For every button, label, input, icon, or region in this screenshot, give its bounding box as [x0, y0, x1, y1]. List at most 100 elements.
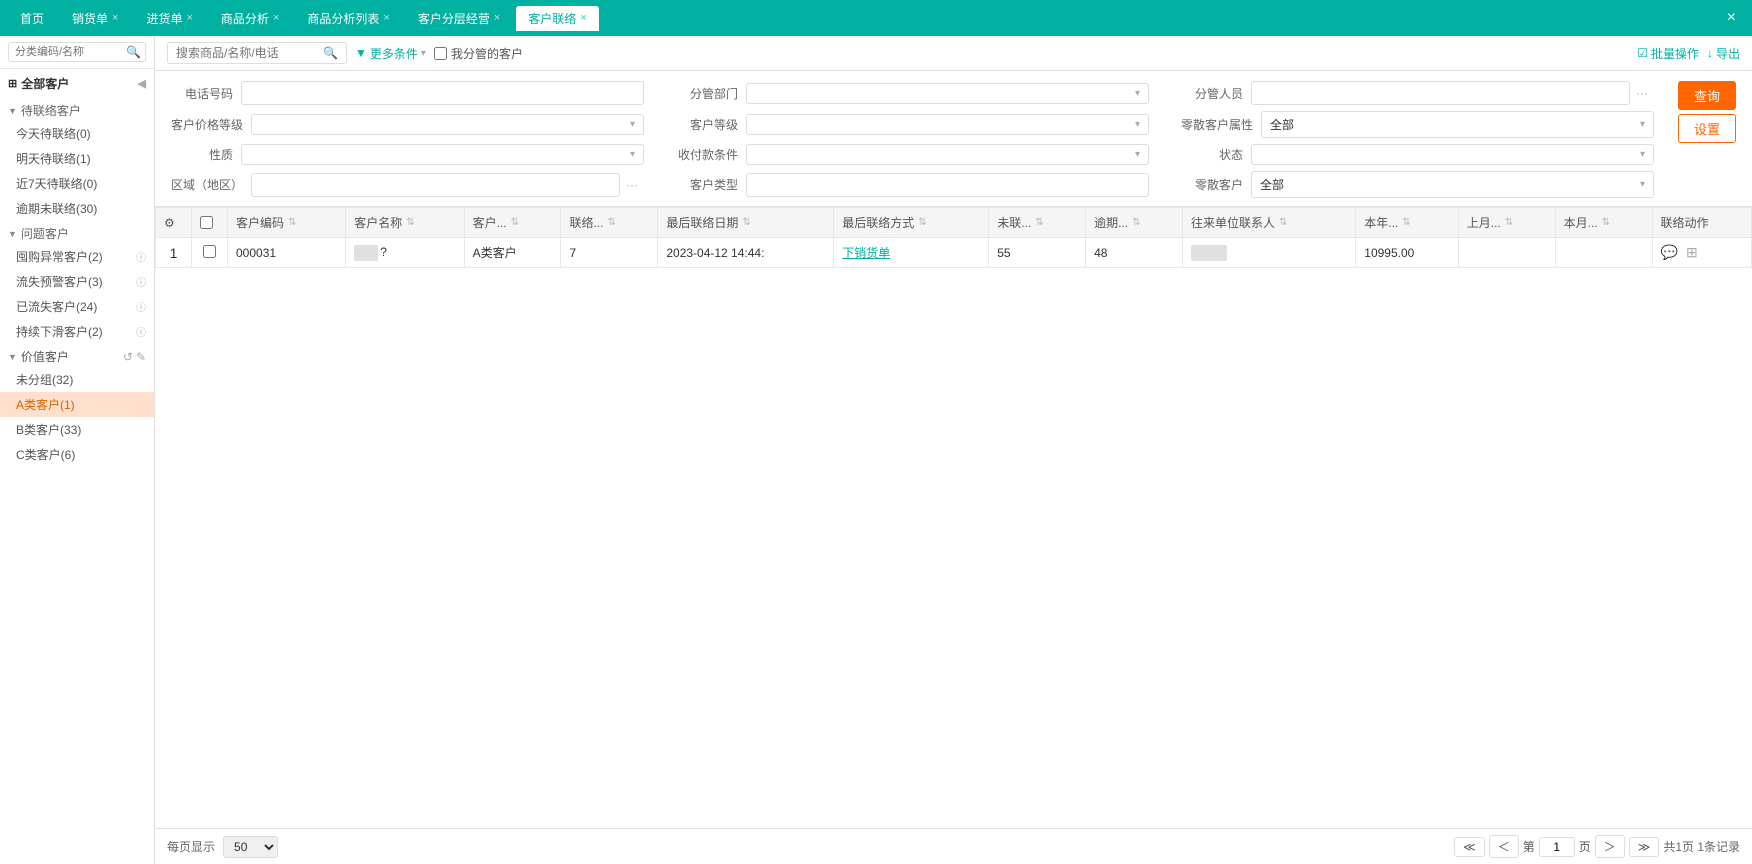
- col-this-month[interactable]: 本月... ⇅: [1555, 208, 1652, 238]
- person-dots[interactable]: ···: [1630, 86, 1654, 100]
- sidebar-item-class-b[interactable]: B类客户(33): [0, 417, 154, 442]
- next-page-button[interactable]: ＞: [1595, 835, 1625, 858]
- region-dots[interactable]: ···: [620, 178, 644, 192]
- col-gear[interactable]: ⚙: [156, 208, 192, 238]
- top-navigation: 首页 销货单 × 进货单 × 商品分析 × 商品分析列表 × 客户分层经营 × …: [0, 0, 1752, 36]
- col-contact2[interactable]: 往来单位联系人 ⇅: [1182, 208, 1355, 238]
- settings-button[interactable]: 设置: [1678, 114, 1736, 143]
- last-method-link[interactable]: 下销货单: [842, 246, 890, 260]
- search-box[interactable]: 🔍: [167, 42, 347, 64]
- sidebar-group-value[interactable]: ▼ 价值客户 ↺ ✎: [0, 344, 154, 367]
- payment-select[interactable]: ▾: [746, 144, 1149, 165]
- price-level-select[interactable]: ▾: [251, 114, 644, 135]
- nav-sales[interactable]: 销货单 ×: [60, 6, 130, 31]
- window-close-button[interactable]: ×: [1719, 5, 1744, 31]
- sidebar-item-today[interactable]: 今天待联络(0): [0, 121, 154, 146]
- retail-attr-value: 全部: [1270, 116, 1294, 133]
- row-last-method: 下销货单: [834, 238, 989, 268]
- col-this-year[interactable]: 本年... ⇅: [1356, 208, 1458, 238]
- nav-customer-contact-close[interactable]: ×: [580, 12, 586, 24]
- col-overdue[interactable]: 逾期... ⇅: [1086, 208, 1183, 238]
- prev-page-button[interactable]: ＜: [1489, 835, 1519, 858]
- col-last-date[interactable]: 最后联络日期 ⇅: [658, 208, 834, 238]
- sidebar-item-declining[interactable]: 持续下滑客户(2) ⓘ: [0, 319, 154, 344]
- nav-customer-segment-close[interactable]: ×: [494, 12, 500, 24]
- row-contact2: [1182, 238, 1355, 268]
- nature-label: 性质: [171, 146, 241, 163]
- first-page-button[interactable]: ≪: [1454, 837, 1485, 857]
- row-last-date: 2023-04-12 14:44:: [658, 238, 834, 268]
- main-search-input[interactable]: [176, 46, 319, 60]
- sidebar-item-overdue[interactable]: 逾期未联络(30): [0, 196, 154, 221]
- sidebar-item-abnormal[interactable]: 囤购异常客户(2) ⓘ: [0, 244, 154, 269]
- status-select[interactable]: ▾: [1251, 144, 1654, 165]
- filter-row-3: 性质 ▾ 收付款条件 ▾: [171, 144, 1654, 165]
- col-level[interactable]: 客户... ⇅: [464, 208, 561, 238]
- sidebar-group-problem[interactable]: ▼ 问题客户: [0, 221, 154, 244]
- col-name[interactable]: 客户名称 ⇅: [346, 208, 464, 238]
- col-uncontacted[interactable]: 未联... ⇅: [989, 208, 1086, 238]
- col-last-month[interactable]: 上月... ⇅: [1458, 208, 1555, 238]
- sidebar-item-class-c[interactable]: C类客户(6): [0, 442, 154, 467]
- customer-type-input[interactable]: [746, 173, 1149, 197]
- sidebar-group-pending[interactable]: ▼ 待联络客户: [0, 98, 154, 121]
- col-checkbox[interactable]: [192, 208, 228, 238]
- retail-attr-select[interactable]: 全部 ▾: [1261, 111, 1654, 138]
- row-checkbox[interactable]: [203, 245, 216, 258]
- nav-sales-close[interactable]: ×: [112, 12, 118, 24]
- sidebar-item-class-a[interactable]: A类客户(1): [0, 392, 154, 417]
- filter-retail-customer: 零散客户 全部 ▾: [1181, 171, 1654, 198]
- col-last-method[interactable]: 最后联络方式 ⇅: [834, 208, 989, 238]
- per-page-select[interactable]: 50 100 200: [223, 836, 278, 858]
- retail-customer-select[interactable]: 全部 ▾: [1251, 171, 1654, 198]
- sidebar-item-ungroup[interactable]: 未分组(32): [0, 367, 154, 392]
- sidebar-collapse-icon: ◀: [138, 77, 146, 90]
- filter-row-1: 电话号码 分管部门 ▾ 分管人员: [171, 81, 1654, 105]
- batch-op-button[interactable]: ☑ 批量操作: [1637, 45, 1699, 62]
- last-page-button[interactable]: ≫: [1629, 837, 1660, 857]
- sidebar-item-warning[interactable]: 流失预警客户(3) ⓘ: [0, 269, 154, 294]
- col-code[interactable]: 客户编码 ⇅: [228, 208, 346, 238]
- sidebar-item-tomorrow[interactable]: 明天待联络(1): [0, 146, 154, 171]
- sidebar-item-lost[interactable]: 已流失客户(24) ⓘ: [0, 294, 154, 319]
- filter-payment: 收付款条件 ▾: [676, 144, 1149, 165]
- sidebar-all-customers[interactable]: ⊞ 全部客户 ◀: [0, 69, 154, 98]
- my-customers-checkbox[interactable]: [434, 47, 447, 60]
- col-contact[interactable]: 联络... ⇅: [561, 208, 658, 238]
- nature-select[interactable]: ▾: [241, 144, 644, 165]
- customer-level-select[interactable]: ▾: [746, 114, 1149, 135]
- nav-product-list-close[interactable]: ×: [383, 12, 389, 24]
- nav-home[interactable]: 首页: [8, 6, 56, 31]
- export-button[interactable]: ↓ 导出: [1707, 45, 1740, 62]
- sidebar-item-7days[interactable]: 近7天待联络(0): [0, 171, 154, 196]
- nav-purchase-close[interactable]: ×: [186, 12, 192, 24]
- col-contact-label: 联络...: [569, 214, 603, 231]
- nav-product-analysis-close[interactable]: ×: [273, 12, 279, 24]
- select-all-checkbox[interactable]: [200, 216, 213, 229]
- edit-icon[interactable]: ✎: [136, 350, 146, 364]
- nav-product-list[interactable]: 商品分析列表 ×: [295, 6, 401, 31]
- query-button[interactable]: 查询: [1678, 81, 1736, 110]
- table-area: ⚙ 客户编码 ⇅ 客户名称: [155, 207, 1752, 828]
- nav-customer-contact[interactable]: 客户联络 ×: [516, 6, 598, 31]
- filter-price-level: 客户价格等级 ▾: [171, 114, 644, 135]
- export-label: 导出: [1716, 45, 1740, 62]
- page-input[interactable]: [1539, 837, 1575, 857]
- row-checkbox-cell[interactable]: [192, 238, 228, 268]
- dept-select[interactable]: ▾: [746, 83, 1149, 104]
- phone-input[interactable]: [241, 81, 644, 105]
- person-input[interactable]: [1251, 81, 1630, 105]
- action-chat-icon[interactable]: 💬: [1661, 244, 1678, 261]
- nav-product-analysis[interactable]: 商品分析 ×: [209, 6, 291, 31]
- nav-customer-segment[interactable]: 客户分层经营 ×: [406, 6, 512, 31]
- nav-sales-label: 销货单: [72, 10, 108, 27]
- region-input[interactable]: [251, 173, 620, 197]
- nav-home-label: 首页: [20, 10, 44, 27]
- more-filters-btn[interactable]: ▼ 更多条件 ▾: [355, 45, 426, 62]
- action-qr-icon[interactable]: ⊞: [1686, 244, 1698, 261]
- nav-purchase[interactable]: 进货单 ×: [134, 6, 204, 31]
- refresh-icon[interactable]: ↺: [123, 350, 133, 364]
- value-triangle: ▼: [8, 352, 17, 362]
- my-customers-checkbox-area[interactable]: 我分管的客户: [434, 45, 523, 62]
- nav-customer-contact-label: 客户联络: [528, 10, 576, 27]
